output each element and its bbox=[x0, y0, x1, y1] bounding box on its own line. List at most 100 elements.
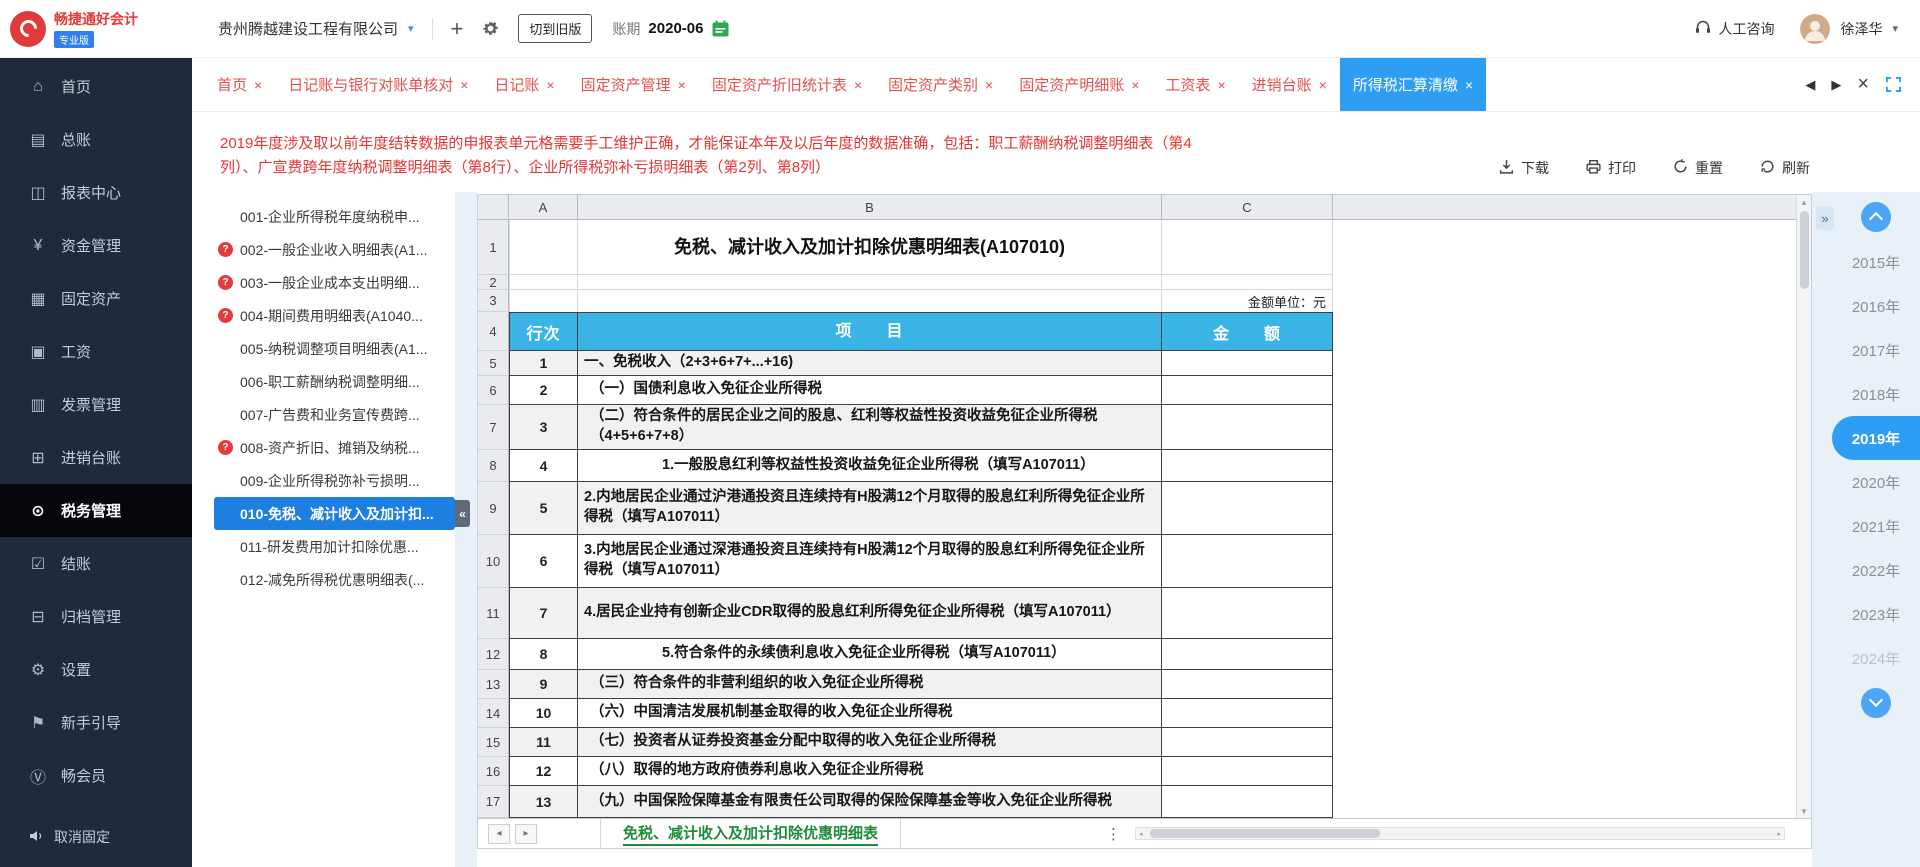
fullscreen-icon[interactable] bbox=[1885, 76, 1902, 93]
tabs-scroll-right-icon[interactable]: ▶ bbox=[1831, 77, 1841, 93]
tab-7[interactable]: 固定资产明细账 × bbox=[1006, 58, 1152, 111]
sidebar-item-6[interactable]: ▣ 工资 bbox=[0, 325, 192, 378]
year-item-2017[interactable]: 2017年 bbox=[1832, 328, 1920, 372]
cell-amount[interactable] bbox=[1162, 405, 1333, 450]
year-item-2016[interactable]: 2016年 bbox=[1832, 284, 1920, 328]
vertical-scroll-thumb[interactable] bbox=[1799, 211, 1809, 289]
report-list-item-1[interactable]: 001-企业所得税年度纳税申... bbox=[192, 200, 455, 233]
sidebar-item-11[interactable]: ⊟ 归档管理 bbox=[0, 590, 192, 643]
tab-8[interactable]: 工资表 × bbox=[1152, 58, 1238, 111]
cell-line-no[interactable]: 12 bbox=[509, 757, 578, 786]
cell-item[interactable] bbox=[578, 275, 1162, 290]
header-item[interactable]: 项 目 bbox=[578, 312, 1162, 351]
cell-line-no[interactable]: 2 bbox=[509, 376, 578, 405]
close-tabs-icon[interactable]: × bbox=[1857, 73, 1869, 96]
refresh-button[interactable]: 刷新 bbox=[1759, 158, 1810, 178]
cell-item[interactable]: 1.一般股息红利等权益性投资收益免征企业所得税（填写A107011） bbox=[578, 450, 1162, 482]
tab-10[interactable]: 所得税汇算清缴 × bbox=[1339, 58, 1487, 111]
cell-item[interactable]: 3.内地居民企业通过深港通投资且连续持有H股满12个月取得的股息红利所得免征企业… bbox=[578, 535, 1162, 588]
row-number[interactable]: 4 bbox=[478, 312, 509, 351]
cell-line-no[interactable]: 7 bbox=[509, 588, 578, 639]
year-scroll-down-icon[interactable] bbox=[1861, 688, 1891, 718]
collapse-panel-icon[interactable]: « bbox=[455, 500, 470, 527]
sheet-tab[interactable]: 免税、减计收入及加计扣除优惠明细表 bbox=[600, 819, 902, 848]
report-list-item-9[interactable]: 009-企业所得税弥补亏损明... bbox=[192, 464, 455, 497]
company-selector[interactable]: 贵州腾越建设工程有限公司 ▾ bbox=[218, 18, 414, 39]
year-item-2022[interactable]: 2022年 bbox=[1832, 548, 1920, 592]
close-icon[interactable]: × bbox=[460, 77, 468, 93]
cell-line-no[interactable]: 13 bbox=[509, 786, 578, 818]
sidebar-item-7[interactable]: ▥ 发票管理 bbox=[0, 378, 192, 431]
cell-line-no[interactable]: 6 bbox=[509, 535, 578, 588]
row-number[interactable]: 12 bbox=[478, 639, 509, 670]
cell-item[interactable]: （三）符合条件的非营利组织的收入免征企业所得税 bbox=[578, 670, 1162, 699]
cell-item[interactable] bbox=[578, 290, 1162, 312]
cell-amount[interactable] bbox=[1162, 670, 1333, 699]
scroll-down-icon[interactable]: ▼ bbox=[1800, 804, 1808, 818]
report-list-item-11[interactable]: 011-研发费用加计扣除优惠... bbox=[192, 530, 455, 563]
cell-line-no[interactable] bbox=[509, 290, 578, 312]
sidebar-item-4[interactable]: ¥ 资金管理 bbox=[0, 219, 192, 272]
add-company-button[interactable]: + bbox=[451, 17, 464, 40]
report-list-item-12[interactable]: 012-减免所得税优惠明细表(... bbox=[192, 563, 455, 596]
tab-6[interactable]: 固定资产类别 × bbox=[875, 58, 1006, 111]
print-button[interactable]: 打印 bbox=[1585, 158, 1636, 178]
cell-amount[interactable] bbox=[1162, 220, 1333, 275]
cell-amount[interactable] bbox=[1162, 482, 1333, 535]
header-line-no[interactable]: 行次 bbox=[509, 312, 578, 351]
year-item-2019[interactable]: 2019年 bbox=[1832, 416, 1920, 460]
close-icon[interactable]: × bbox=[1465, 77, 1473, 93]
cell-line-no[interactable]: 4 bbox=[509, 450, 578, 482]
cell-line-no[interactable] bbox=[509, 220, 578, 275]
avatar[interactable] bbox=[1800, 13, 1831, 44]
sidebar-item-9[interactable]: ⊙ 税务管理 bbox=[0, 484, 192, 537]
close-icon[interactable]: × bbox=[985, 77, 993, 93]
cell-item[interactable]: （六）中国清洁发展机制基金取得的收入免征企业所得税 bbox=[578, 699, 1162, 728]
close-icon[interactable]: × bbox=[854, 77, 862, 93]
help-icon[interactable]: ? bbox=[218, 275, 233, 290]
close-icon[interactable]: × bbox=[678, 77, 686, 93]
more-sheets-icon[interactable]: ⋮ bbox=[1106, 825, 1121, 843]
sidebar-item-5[interactable]: ▦ 固定资产 bbox=[0, 272, 192, 325]
cell-amount[interactable] bbox=[1162, 376, 1333, 405]
cell-item[interactable]: （二）符合条件的居民企业之间的股息、红利等权益性投资收益免征企业所得税（4+5+… bbox=[578, 405, 1162, 450]
cell-item[interactable]: （九）中国保险保障基金有限责任公司取得的保险保障基金等收入免征企业所得税 bbox=[578, 786, 1162, 818]
calendar-icon[interactable] bbox=[711, 19, 730, 38]
cell-item[interactable]: （七）投资者从证券投资基金分配中取得的收入免征企业所得税 bbox=[578, 728, 1162, 757]
download-button[interactable]: 下载 bbox=[1498, 158, 1549, 178]
row-number[interactable]: 16 bbox=[478, 757, 509, 786]
tab-1[interactable]: 首页 × bbox=[204, 58, 275, 111]
cell-item[interactable]: （一）国债利息收入免征企业所得税 bbox=[578, 376, 1162, 405]
cell-line-no[interactable]: 11 bbox=[509, 728, 578, 757]
row-number[interactable]: 14 bbox=[478, 699, 509, 728]
cell-amount[interactable] bbox=[1162, 786, 1333, 818]
report-list-item-6[interactable]: 006-职工薪酬纳税调整明细... bbox=[192, 365, 455, 398]
row-number[interactable]: 5 bbox=[478, 351, 509, 376]
header-amount[interactable]: 金 额 bbox=[1162, 312, 1333, 351]
sidebar-item-1[interactable]: ⌂ 首页 bbox=[0, 60, 192, 113]
report-list-item-7[interactable]: 007-广告费和业务宣传费跨... bbox=[192, 398, 455, 431]
cell-amount[interactable] bbox=[1162, 588, 1333, 639]
row-number[interactable]: 3 bbox=[478, 290, 509, 312]
cell-line-no[interactable]: 8 bbox=[509, 639, 578, 670]
cell-amount[interactable] bbox=[1162, 757, 1333, 786]
close-icon[interactable]: × bbox=[1217, 77, 1225, 93]
row-number[interactable]: 2 bbox=[478, 275, 509, 290]
year-item-2018[interactable]: 2018年 bbox=[1832, 372, 1920, 416]
cell-amount[interactable] bbox=[1162, 699, 1333, 728]
row-number[interactable]: 10 bbox=[478, 535, 509, 588]
tab-5[interactable]: 固定资产折旧统计表 × bbox=[699, 58, 875, 111]
cell-line-no[interactable]: 10 bbox=[509, 699, 578, 728]
row-number[interactable]: 15 bbox=[478, 728, 509, 757]
reset-button[interactable]: 重置 bbox=[1672, 158, 1723, 178]
vertical-scrollbar[interactable]: ▲ ▼ bbox=[1796, 195, 1811, 818]
cell-amount[interactable] bbox=[1162, 535, 1333, 588]
year-item-2020[interactable]: 2020年 bbox=[1832, 460, 1920, 504]
horizontal-scrollbar[interactable]: ◂ ▸ bbox=[1135, 827, 1785, 840]
report-list-item-3[interactable]: ? 003-一般企业成本支出明细... bbox=[192, 266, 455, 299]
help-icon[interactable]: ? bbox=[218, 440, 233, 455]
sidebar-item-10[interactable]: ☑ 结账 bbox=[0, 537, 192, 590]
row-number[interactable]: 17 bbox=[478, 786, 509, 818]
cell-amount[interactable] bbox=[1162, 351, 1333, 376]
scroll-right-icon[interactable]: ▸ bbox=[1777, 830, 1781, 838]
